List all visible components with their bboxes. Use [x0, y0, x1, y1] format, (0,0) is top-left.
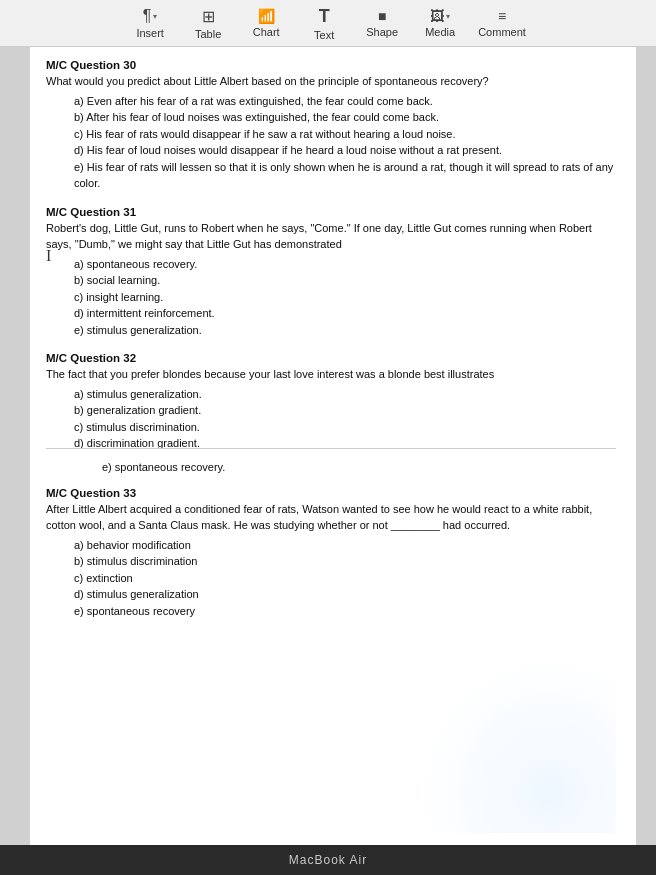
list-item: b) After his fear of loud noises was ext…: [74, 109, 616, 126]
question-31-block: M/C Question 31 Robert's dog, Little Gut…: [46, 206, 616, 339]
main-content[interactable]: M/C Question 30 What would you predict a…: [30, 47, 636, 845]
question-30-text: What would you predict about Little Albe…: [46, 73, 616, 90]
list-item: b) stimulus discrimination: [74, 553, 616, 570]
question-31-text: Robert's dog, Little Gut, runs to Robert…: [46, 220, 616, 253]
list-item: c) His fear of rats would disappear if h…: [74, 126, 616, 143]
question-33-answers: a) behavior modification b) stimulus dis…: [46, 537, 616, 620]
question-33-title: M/C Question 33: [46, 487, 616, 499]
partial-answer-text: e) spontaneous recovery.: [74, 461, 225, 473]
question-32-answers: a) stimulus generalization. b) generaliz…: [46, 386, 616, 450]
insert-label: Insert: [136, 27, 164, 39]
list-item: b) generalization gradient.: [74, 402, 616, 419]
question-32-block: M/C Question 32 The fact that you prefer…: [46, 352, 616, 449]
toolbar-shape[interactable]: ■ Shape: [362, 8, 402, 38]
media-chevron: ▾: [446, 12, 450, 21]
list-item: b) social learning.: [74, 272, 616, 289]
page-lower: e) spontaneous recovery. M/C Question 33…: [46, 449, 616, 833]
list-item: a) Even after his fear of a rat was exti…: [74, 93, 616, 110]
list-item: c) extinction: [74, 570, 616, 587]
list-item: a) stimulus generalization.: [74, 386, 616, 403]
shape-label: Shape: [366, 26, 398, 38]
comment-icon: ≡: [498, 8, 506, 24]
question-30-block: M/C Question 30 What would you predict a…: [46, 59, 616, 192]
list-item: e) spontaneous recovery: [74, 603, 616, 620]
question-33-text: After Little Albert acquired a condition…: [46, 501, 616, 534]
chart-label: Chart: [253, 26, 280, 38]
list-item: e) stimulus generalization.: [74, 322, 616, 339]
chart-icon: 📶: [258, 8, 275, 24]
list-item: e) His fear of rats will lessen so that …: [74, 159, 616, 192]
toolbar-table[interactable]: ⊞ Table: [188, 7, 228, 40]
list-item: d) stimulus generalization: [74, 586, 616, 603]
text-icon: T: [319, 6, 330, 27]
toolbar-text[interactable]: T Text: [304, 6, 344, 41]
left-margin: [0, 47, 30, 845]
question-32-title: M/C Question 32: [46, 352, 616, 364]
text-cursor: I: [46, 247, 51, 265]
page-upper: M/C Question 30 What would you predict a…: [46, 59, 616, 449]
macbook-label: MacBook Air: [289, 853, 367, 867]
insert-chevron: ▾: [153, 12, 157, 21]
list-item: a) spontaneous recovery.: [74, 256, 616, 273]
media-icon: 🖼: [430, 8, 444, 24]
list-item: c) insight learning.: [74, 289, 616, 306]
right-margin: [636, 47, 656, 845]
toolbar-insert[interactable]: ¶ ▾ Insert: [130, 7, 170, 39]
partial-answer: e) spontaneous recovery.: [46, 457, 616, 477]
table-label: Table: [195, 28, 221, 40]
toolbar-media[interactable]: 🖼 ▾ Media: [420, 8, 460, 38]
media-label: Media: [425, 26, 455, 38]
list-item: d) intermittent reinforcement.: [74, 305, 616, 322]
list-item: c) stimulus discrimination.: [74, 419, 616, 436]
list-item: d) discrimination gradient.: [74, 435, 616, 449]
table-icon: ⊞: [202, 7, 215, 26]
question-32-text: The fact that you prefer blondes because…: [46, 366, 616, 383]
shape-icon: ■: [378, 8, 386, 24]
toolbar-chart[interactable]: 📶 Chart: [246, 8, 286, 38]
document-area: M/C Question 30 What would you predict a…: [0, 47, 656, 845]
insert-icon: ¶: [143, 7, 152, 25]
text-label: Text: [314, 29, 334, 41]
question-31-title: M/C Question 31: [46, 206, 616, 218]
question-31-answers: a) spontaneous recovery. b) social learn…: [46, 256, 616, 339]
toolbar-comment[interactable]: ≡ Comment: [478, 8, 526, 38]
list-item: d) His fear of loud noises would disappe…: [74, 142, 616, 159]
toolbar: ¶ ▾ Insert ⊞ Table 📶 Chart T Text ■ Shap…: [0, 0, 656, 47]
question-30-title: M/C Question 30: [46, 59, 616, 71]
list-item: a) behavior modification: [74, 537, 616, 554]
question-33-block: M/C Question 33 After Little Albert acqu…: [46, 487, 616, 620]
bottom-bar: MacBook Air: [0, 845, 656, 875]
question-30-answers: a) Even after his fear of a rat was exti…: [46, 93, 616, 192]
comment-label: Comment: [478, 26, 526, 38]
